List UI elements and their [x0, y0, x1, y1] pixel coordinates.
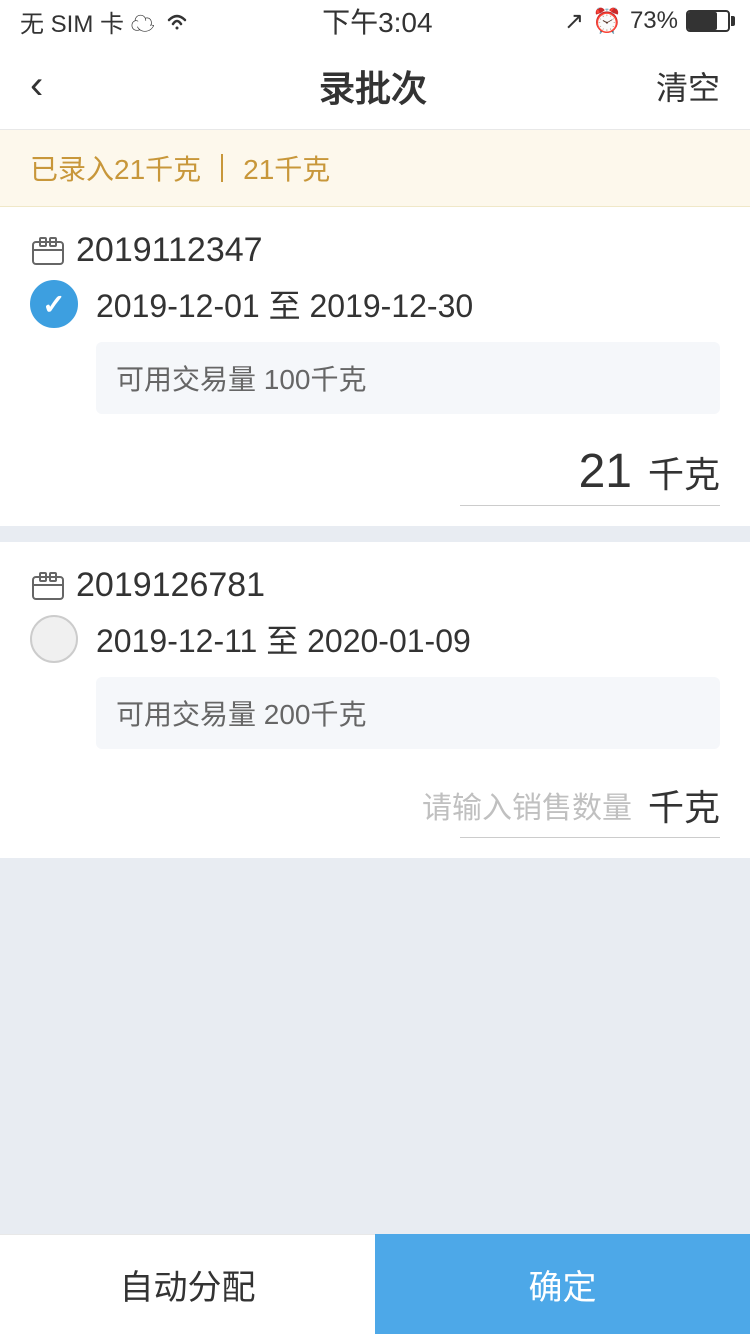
batch-1-available: 可用交易量 100千克 [96, 342, 720, 414]
batch-item-1: 2019112347 ✓ 2019-12-01 至 2019-12-30 可用交… [0, 207, 750, 434]
status-time: 下午3:04 [322, 1, 433, 41]
batch-1-unit: 千克 [648, 446, 720, 498]
batch-1-radio[interactable]: ✓ [30, 280, 78, 328]
check-icon: ✓ [42, 288, 65, 321]
batch-1-quantity-row: 21 千克 [579, 444, 720, 499]
batch-2-placeholder[interactable]: 请输入销售数量 [422, 783, 632, 827]
bottom-spacer [0, 858, 750, 1238]
batch-section-1: 2019112347 ✓ 2019-12-01 至 2019-12-30 可用交… [0, 207, 750, 526]
batch-1-date-row[interactable]: ✓ 2019-12-01 至 2019-12-30 [30, 280, 720, 328]
battery-percent: 73% [630, 7, 678, 35]
batch-2-header: 2019126781 [30, 566, 720, 605]
confirm-button[interactable]: 确定 [375, 1234, 750, 1334]
batch-1-date: 2019-12-01 至 2019-12-30 [96, 281, 473, 327]
batch-1-quantity-display: 21 千克 [0, 434, 750, 506]
amount-value: 21千克 [243, 148, 330, 188]
batch-2-id: 2019126781 [76, 566, 265, 605]
auto-distribute-button[interactable]: 自动分配 [0, 1234, 375, 1334]
batch-2-available: 可用交易量 200千克 [96, 677, 720, 749]
batch-1-underline [460, 505, 720, 506]
batch-1-quantity-value[interactable]: 21 [579, 444, 632, 499]
batch-section-2: 2019126781 2019-12-11 至 2020-01-09 可用交易量… [0, 542, 750, 858]
batch-2-date: 2019-12-11 至 2020-01-09 [96, 616, 471, 662]
batch-2-unit: 千克 [648, 779, 720, 831]
battery-icon [686, 10, 730, 32]
batch-1-id: 2019112347 [76, 231, 263, 270]
info-banner: 已录入21千克 21千克 [0, 130, 750, 207]
batch-1-icon [30, 235, 66, 267]
batch-1-header: 2019112347 [30, 231, 720, 270]
wifi-icon [163, 10, 191, 32]
page-title: 录批次 [319, 60, 427, 112]
batch-2-input-container: 请输入销售数量 千克 [0, 769, 750, 858]
section-divider [0, 526, 750, 542]
status-right: ↗ ⏰ 73% [564, 7, 730, 36]
alarm-icon: ⏰ [592, 7, 622, 36]
batch-2-icon [30, 570, 66, 602]
clear-button[interactable]: 清空 [656, 63, 720, 109]
batch-2-date-row[interactable]: 2019-12-11 至 2020-01-09 [30, 615, 720, 663]
batch-1-input-container: 21 千克 [0, 434, 750, 526]
footer: 自动分配 确定 [0, 1234, 750, 1334]
back-button[interactable]: ‹ [30, 63, 90, 108]
batch-2-input-row[interactable]: 请输入销售数量 千克 [0, 769, 750, 831]
location-icon: ↗ [564, 7, 584, 36]
status-bar: 无 SIM 卡 ☁ 下午3:04 ↗ ⏰ 73% [0, 0, 750, 42]
batch-2-radio[interactable] [30, 615, 78, 663]
recorded-amount: 已录入21千克 [30, 148, 201, 188]
nav-bar: ‹ 录批次 清空 [0, 42, 750, 130]
no-sim-label: 无 SIM 卡 ☁ [20, 4, 155, 39]
banner-divider [221, 154, 223, 182]
status-left: 无 SIM 卡 ☁ [20, 4, 191, 39]
batch-2-underline [460, 837, 720, 838]
batch-item-2: 2019126781 2019-12-11 至 2020-01-09 可用交易量… [0, 542, 750, 769]
